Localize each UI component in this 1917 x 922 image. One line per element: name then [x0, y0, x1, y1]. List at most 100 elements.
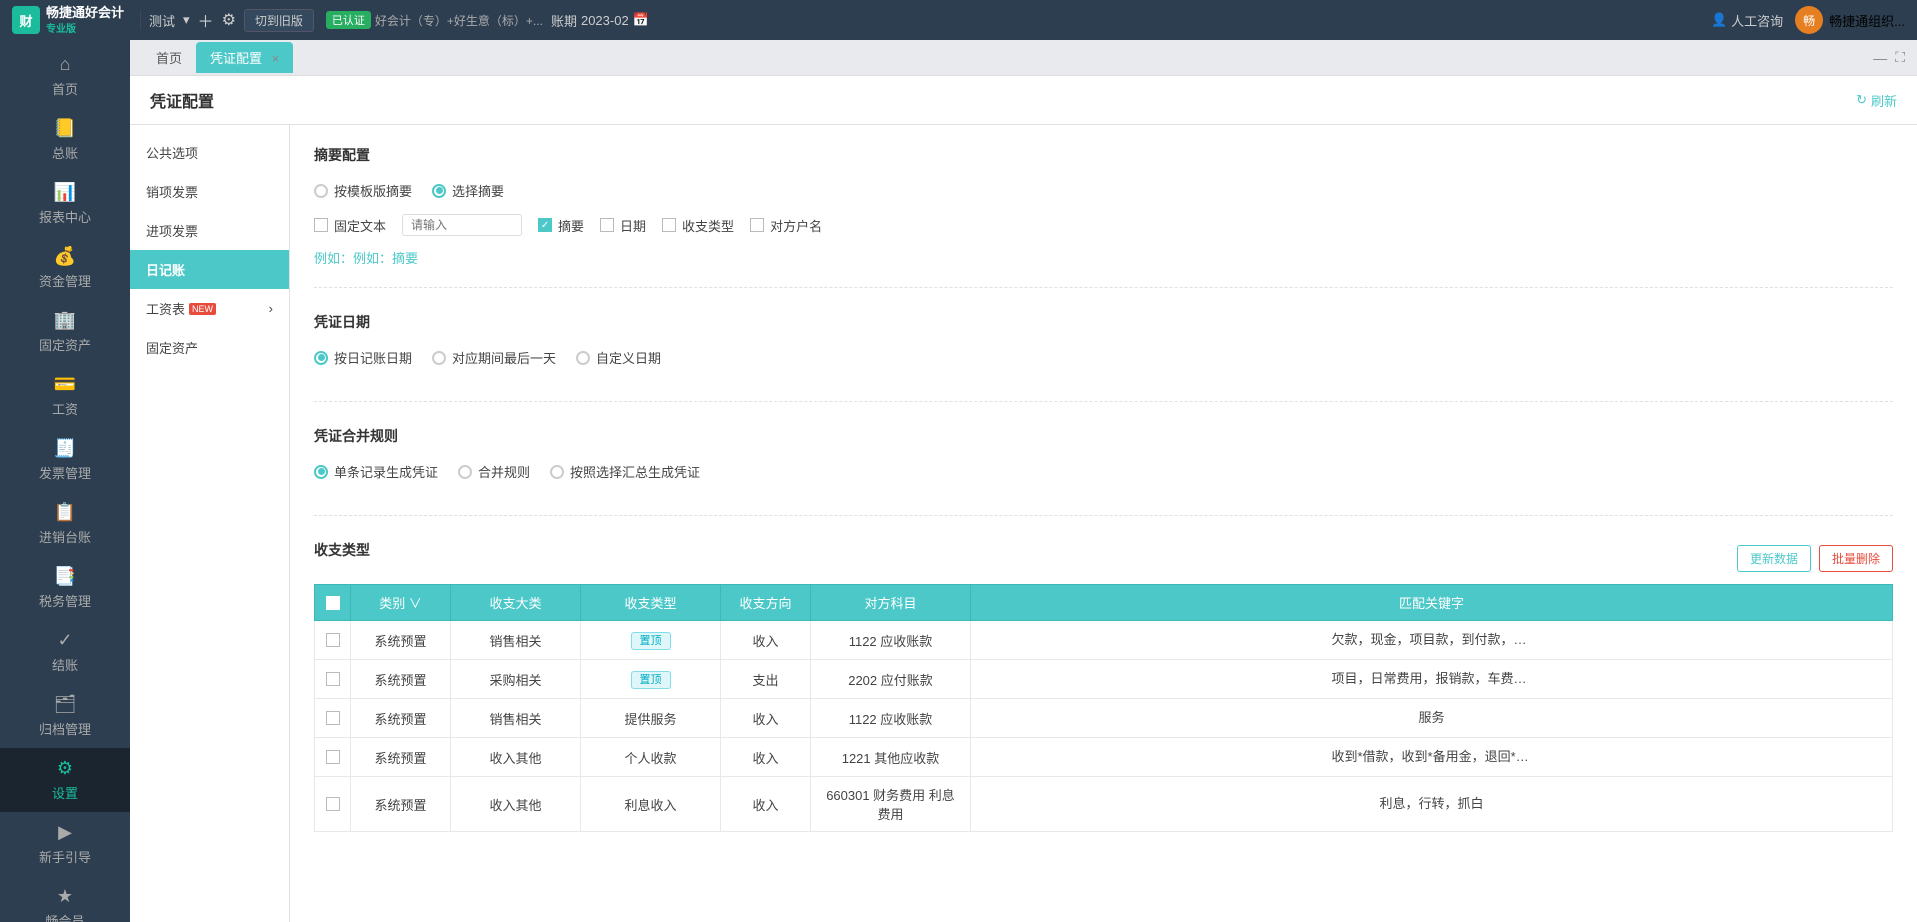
sidebar-item-purchase[interactable]: 📋 进销台账 [0, 492, 130, 556]
guide-icon: ▶ [58, 822, 72, 843]
left-nav-sales-invoice[interactable]: 销项发票 [130, 172, 289, 211]
checkbox-counterpart[interactable]: 对方户名 [750, 216, 822, 235]
td-direction-4: 收入 [721, 777, 811, 832]
batch-delete-btn[interactable]: 批量删除 [1819, 545, 1893, 572]
radio-custom-date[interactable]: 自定义日期 [576, 348, 661, 367]
tab-minimize-btn[interactable]: — [1873, 50, 1887, 66]
checkbox-type[interactable]: 收支类型 [662, 216, 734, 235]
sidebar-item-archive[interactable]: 🗂 归档管理 [0, 684, 130, 748]
user-menu[interactable]: 畅 畅捷通组织... [1795, 6, 1905, 34]
ledger-icon: 📒 [54, 118, 76, 139]
topbar-test-label: 测试 [149, 11, 175, 30]
td-checkbox-3[interactable] [315, 738, 351, 777]
td-big-category-3: 收入其他 [451, 738, 581, 777]
sidebar-item-invoice[interactable]: 🧾 发票管理 [0, 428, 130, 492]
radio-template[interactable]: 按模板版摘要 [314, 181, 412, 200]
sidebar-item-reports[interactable]: 📊 报表中心 [0, 172, 130, 236]
home-icon: ⌂ [60, 54, 71, 75]
sidebar-item-ledger[interactable]: 📒 总账 [0, 108, 130, 172]
checkbox-box-fixed [314, 218, 328, 232]
td-type-2: 提供服务 [581, 699, 721, 738]
topbar-actions: ＋ ⚙ 切到旧版 [198, 8, 314, 32]
switch-version-btn[interactable]: 切到旧版 [244, 9, 314, 32]
topbar-dropdown-btn[interactable]: ▾ [183, 12, 190, 28]
td-checkbox-1[interactable] [315, 660, 351, 699]
date-title: 凭证日期 [314, 312, 1893, 332]
topbar-add-btn[interactable]: ＋ [198, 8, 214, 32]
td-type-4: 利息收入 [581, 777, 721, 832]
td-account-4: 660301 财务费用 利息费用 [811, 777, 971, 832]
radio-single[interactable]: 单条记录生成凭证 [314, 462, 438, 481]
tab-close-btn[interactable]: × [272, 51, 280, 66]
salary-icon: 💳 [54, 374, 76, 395]
left-nav-daily-book[interactable]: 日记账 [130, 250, 289, 289]
refresh-btn[interactable]: ↻ 刷新 [1856, 91, 1897, 110]
sidebar-label-tax: 税务管理 [39, 591, 91, 610]
topbar: 财 畅捷通好会计 专业版 测试 ▾ ＋ ⚙ 切到旧版 已认证 好会计（专）+好生… [0, 0, 1917, 40]
sidebar-item-member[interactable]: ★ 畅会员 [0, 876, 130, 922]
sidebar-item-salary[interactable]: 💳 工资 [0, 364, 130, 428]
settings-icon: ⚙ [57, 758, 73, 779]
td-checkbox-4[interactable] [315, 777, 351, 832]
income-expense-table: 类别 ∨ 收支大类 收支类型 收支方向 [314, 584, 1893, 832]
radio-period-last[interactable]: 对应期间最后一天 [432, 348, 556, 367]
td-account-1: 2202 应付账款 [811, 660, 971, 699]
sidebar-label-reports: 报表中心 [39, 207, 91, 226]
radio-journal-date[interactable]: 按日记账日期 [314, 348, 412, 367]
th-direction: 收支方向 [721, 585, 811, 621]
checkbox-fixed-text[interactable]: 固定文本 [314, 216, 386, 235]
radio-merge[interactable]: 合并规则 [458, 462, 530, 481]
sidebar-item-assets[interactable]: 🏢 固定资产 [0, 300, 130, 364]
tab-voucher-config[interactable]: 凭证配置 × [196, 42, 293, 73]
left-nav-fixed-assets[interactable]: 固定资产 [130, 328, 289, 367]
left-nav-purchase-invoice[interactable]: 进项发票 [130, 211, 289, 250]
checkbox-box-date [600, 218, 614, 232]
left-nav-payroll[interactable]: 工资表 NEW › [130, 289, 289, 328]
purchase-icon: 📋 [54, 502, 76, 523]
checkbox-box-type [662, 218, 676, 232]
th-category[interactable]: 类别 ∨ [351, 585, 451, 621]
tab-maximize-btn[interactable]: ⛶ [1895, 49, 1905, 66]
sidebar-item-settings[interactable]: ⚙ 设置 [0, 748, 130, 812]
th-checkbox[interactable] [315, 585, 351, 621]
radio-select-summary[interactable]: 按照选择汇总生成凭证 [550, 462, 700, 481]
td-account-3: 1221 其他应收款 [811, 738, 971, 777]
merge-section: 凭证合并规则 单条记录生成凭证 合并规则 [314, 426, 1893, 516]
sidebar-label-guide: 新手引导 [39, 847, 91, 866]
td-checkbox-0[interactable] [315, 621, 351, 660]
funds-icon: 💰 [54, 246, 76, 267]
radio-select[interactable]: 选择摘要 [432, 181, 504, 200]
radio-circle-period [432, 351, 446, 365]
table-row: 系统预置 采购相关 置顶 支出 2202 应付账款 项目，日常费用，报销款，车费… [315, 660, 1893, 699]
sidebar-label-purchase: 进销台账 [39, 527, 91, 546]
table-row: 系统预置 销售相关 置顶 收入 1122 应收账款 欠款，现金，项目款，到付款，… [315, 621, 1893, 660]
right-content: 摘要配置 按模板版摘要 选择摘要 [290, 125, 1917, 922]
sidebar-item-home[interactable]: ⌂ 首页 [0, 44, 130, 108]
sidebar-item-tax[interactable]: 📑 税务管理 [0, 556, 130, 620]
logo: 财 畅捷通好会计 专业版 [12, 5, 132, 36]
th-account: 对方科目 [811, 585, 971, 621]
sidebar-item-funds[interactable]: 💰 资金管理 [0, 236, 130, 300]
td-category-1: 系统预置 [351, 660, 451, 699]
checkbox-summary[interactable]: ✓ 摘要 [538, 216, 584, 235]
td-category-2: 系统预置 [351, 699, 451, 738]
radio-circle-template [314, 184, 328, 198]
left-nav: 公共选项 销项发票 进项发票 日记账 工资表 NEW › [130, 125, 290, 922]
left-nav-public[interactable]: 公共选项 [130, 133, 289, 172]
fixed-text-input[interactable] [402, 214, 522, 236]
checkbox-date[interactable]: 日期 [600, 216, 646, 235]
chevron-icon: › [269, 301, 273, 316]
checkbox-box-counterpart [750, 218, 764, 232]
td-checkbox-2[interactable] [315, 699, 351, 738]
page-content: 凭证配置 ↻ 刷新 公共选项 销项发票 进项发票 [130, 76, 1917, 922]
tab-home[interactable]: 首页 [142, 42, 196, 73]
consultant-btn[interactable]: 👤 人工咨询 [1711, 11, 1783, 30]
topbar-divider [140, 10, 141, 30]
sidebar-item-guide[interactable]: ▶ 新手引导 [0, 812, 130, 876]
sidebar-label-settings: 设置 [52, 783, 78, 802]
sidebar-label-invoice: 发票管理 [39, 463, 91, 482]
topbar-setting-btn[interactable]: ⚙ [222, 10, 236, 30]
update-data-btn[interactable]: 更新数据 [1737, 545, 1811, 572]
table-row: 系统预置 收入其他 个人收款 收入 1221 其他应收款 收到*借款，收到*备用… [315, 738, 1893, 777]
sidebar-item-settle[interactable]: ✓ 结账 [0, 620, 130, 684]
